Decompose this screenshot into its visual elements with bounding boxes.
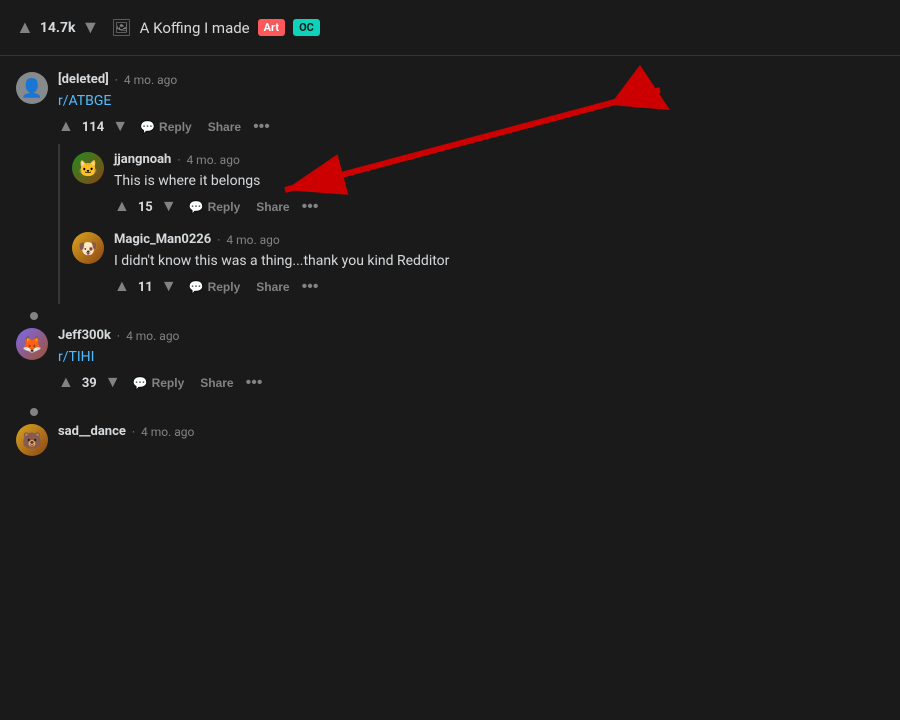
comment-1-text: r/ATBGE <box>58 91 884 112</box>
comment-icon-3: 💬 <box>189 280 204 294</box>
comment-icon: 💬 <box>140 120 155 134</box>
avatar-jjangnoah: 🐱 <box>72 152 104 184</box>
nested-comment-1-2-votes: 11 <box>138 280 153 295</box>
nested-comment-1-2-reply-label: Reply <box>208 280 241 294</box>
comment-thread-1: 👤 [deleted] · 4 mo. ago r/ATBGE ▲ 114 ▼ … <box>16 64 884 304</box>
comment-icon-2: 💬 <box>189 200 204 214</box>
nested-comment-1-1-body: jjangnoah · 4 mo. ago This is where it b… <box>114 152 884 216</box>
nested-comment-1-2-share-label: Share <box>256 280 289 294</box>
nested-comment-1-2-reply-button[interactable]: 💬 Reply <box>185 278 245 296</box>
nested-comment-1-2-share-button[interactable]: Share <box>252 278 293 296</box>
badge-oc[interactable]: OC <box>293 19 320 36</box>
comment-2-reply-label: Reply <box>152 376 185 390</box>
nested-comment-1-1-votes: 15 <box>138 200 153 215</box>
comment-1-timestamp: · <box>115 73 118 87</box>
nested-comment-1-2-downvote[interactable]: ▼ <box>161 278 177 296</box>
comment-1: 👤 [deleted] · 4 mo. ago r/ATBGE ▲ 114 ▼ … <box>16 64 884 144</box>
comment-2-actions: ▲ 39 ▼ 💬 Reply Share ••• <box>58 374 884 392</box>
nested-comment-1-2-more-button[interactable]: ••• <box>302 278 319 296</box>
nested-comment-1-1-reply-label: Reply <box>208 200 241 214</box>
avatar-sad-dance: 🐻 <box>16 424 48 456</box>
comment-1-subreddit-link[interactable]: r/ATBGE <box>58 93 111 109</box>
comment-2-time: 4 mo. ago <box>126 329 179 343</box>
nested-comment-1-2-username[interactable]: Magic_Man0226 <box>114 232 211 247</box>
comment-2-body: Jeff300k · 4 mo. ago r/TIHI ▲ 39 ▼ 💬 Rep… <box>58 328 884 392</box>
post-title-area: 🖼 A Koffing I made Art OC <box>111 18 320 37</box>
post-title: A Koffing I made <box>140 19 250 37</box>
upvote-icon[interactable]: ▲ <box>16 17 34 38</box>
nested-comment-1-1-upvote[interactable]: ▲ <box>114 198 130 216</box>
comment-1-username[interactable]: [deleted] <box>58 72 109 87</box>
comment-2-share-label: Share <box>200 376 233 390</box>
thread-separator-2 <box>30 408 38 416</box>
avatar-deleted: 👤 <box>16 72 48 104</box>
comment-2-reply-button[interactable]: 💬 Reply <box>129 374 189 392</box>
comment-icon-4: 💬 <box>133 376 148 390</box>
nested-comment-1-1-username[interactable]: jjangnoah <box>114 152 171 167</box>
header-bar: ▲ 14.7k ▼ 🖼 A Koffing I made Art OC <box>0 0 900 56</box>
comment-1-time: 4 mo. ago <box>124 73 177 87</box>
comment-3-meta: sad__dance · 4 mo. ago <box>58 424 884 439</box>
nested-comment-1-1-more-button[interactable]: ••• <box>302 198 319 216</box>
comment-2-share-button[interactable]: Share <box>196 374 237 392</box>
nested-comment-1-2-upvote[interactable]: ▲ <box>114 278 130 296</box>
badge-art[interactable]: Art <box>258 19 285 36</box>
comment-1-reply-label: Reply <box>159 120 192 134</box>
downvote-icon[interactable]: ▼ <box>81 17 99 38</box>
comment-1-downvote[interactable]: ▼ <box>112 118 128 136</box>
comment-1-more-button[interactable]: ••• <box>253 118 270 136</box>
comment-1-share-label: Share <box>208 120 241 134</box>
comment-1-meta: [deleted] · 4 mo. ago <box>58 72 884 87</box>
comment-2-text: r/TIHI <box>58 347 884 368</box>
comment-1-reply-button[interactable]: 💬 Reply <box>136 118 196 136</box>
comments-section: 👤 [deleted] · 4 mo. ago r/ATBGE ▲ 114 ▼ … <box>0 56 900 480</box>
comment-2-votes: 39 <box>82 376 97 391</box>
nested-comments-1: 🐱 jjangnoah · 4 mo. ago This is where it… <box>58 144 884 304</box>
comment-thread-2: 🦊 Jeff300k · 4 mo. ago r/TIHI ▲ 39 ▼ 💬 R… <box>16 320 884 400</box>
post-vote-section: ▲ 14.7k ▼ <box>16 17 99 38</box>
nested-comment-1-2-text: I didn't know this was a thing...thank y… <box>114 251 884 272</box>
nested-comment-1-1-time: 4 mo. ago <box>186 153 239 167</box>
nested-comment-1-1-meta: jjangnoah · 4 mo. ago <box>114 152 884 167</box>
comment-1-body: [deleted] · 4 mo. ago r/ATBGE ▲ 114 ▼ 💬 … <box>58 72 884 136</box>
comment-2-downvote[interactable]: ▼ <box>105 374 121 392</box>
nested-comment-1-2-actions: ▲ 11 ▼ 💬 Reply Share ••• <box>114 278 884 296</box>
comment-3: 🐻 sad__dance · 4 mo. ago <box>16 416 884 464</box>
comment-1-votes: 114 <box>82 120 104 135</box>
nested-comment-1-2-meta: Magic_Man0226 · 4 mo. ago <box>114 232 884 247</box>
comment-1-upvote[interactable]: ▲ <box>58 118 74 136</box>
nested-comment-1-1-downvote[interactable]: ▼ <box>161 198 177 216</box>
nested-comment-1-1-actions: ▲ 15 ▼ 💬 Reply Share ••• <box>114 198 884 216</box>
nested-comment-1-1-text: This is where it belongs <box>114 171 884 192</box>
nested-comment-1-1-share-label: Share <box>256 200 289 214</box>
comment-2-username[interactable]: Jeff300k <box>58 328 111 343</box>
vote-count: 14.7k <box>40 20 76 36</box>
avatar-magic-man: 🐶 <box>72 232 104 264</box>
gallery-icon: 🖼 <box>111 18 131 37</box>
comment-3-username[interactable]: sad__dance <box>58 424 126 439</box>
comment-2: 🦊 Jeff300k · 4 mo. ago r/TIHI ▲ 39 ▼ 💬 R… <box>16 320 884 400</box>
comment-thread-3: 🐻 sad__dance · 4 mo. ago <box>16 416 884 464</box>
avatar-jeff300k: 🦊 <box>16 328 48 360</box>
nested-comment-1-2-time: 4 mo. ago <box>226 233 279 247</box>
nested-comment-1-2: 🐶 Magic_Man0226 · 4 mo. ago I didn't kno… <box>72 224 884 304</box>
comment-2-meta: Jeff300k · 4 mo. ago <box>58 328 884 343</box>
comment-2-subreddit-link[interactable]: r/TIHI <box>58 349 94 365</box>
comment-1-share-button[interactable]: Share <box>204 118 245 136</box>
comment-2-upvote[interactable]: ▲ <box>58 374 74 392</box>
comment-3-time: 4 mo. ago <box>141 425 194 439</box>
comment-1-actions: ▲ 114 ▼ 💬 Reply Share ••• <box>58 118 884 136</box>
nested-comment-1-1: 🐱 jjangnoah · 4 mo. ago This is where it… <box>72 144 884 224</box>
thread-separator <box>30 312 38 320</box>
nested-comment-1-1-reply-button[interactable]: 💬 Reply <box>185 198 245 216</box>
nested-comment-1-2-body: Magic_Man0226 · 4 mo. ago I didn't know … <box>114 232 884 296</box>
nested-comment-1-1-share-button[interactable]: Share <box>252 198 293 216</box>
comment-2-more-button[interactable]: ••• <box>246 374 263 392</box>
comment-3-body: sad__dance · 4 mo. ago <box>58 424 884 456</box>
